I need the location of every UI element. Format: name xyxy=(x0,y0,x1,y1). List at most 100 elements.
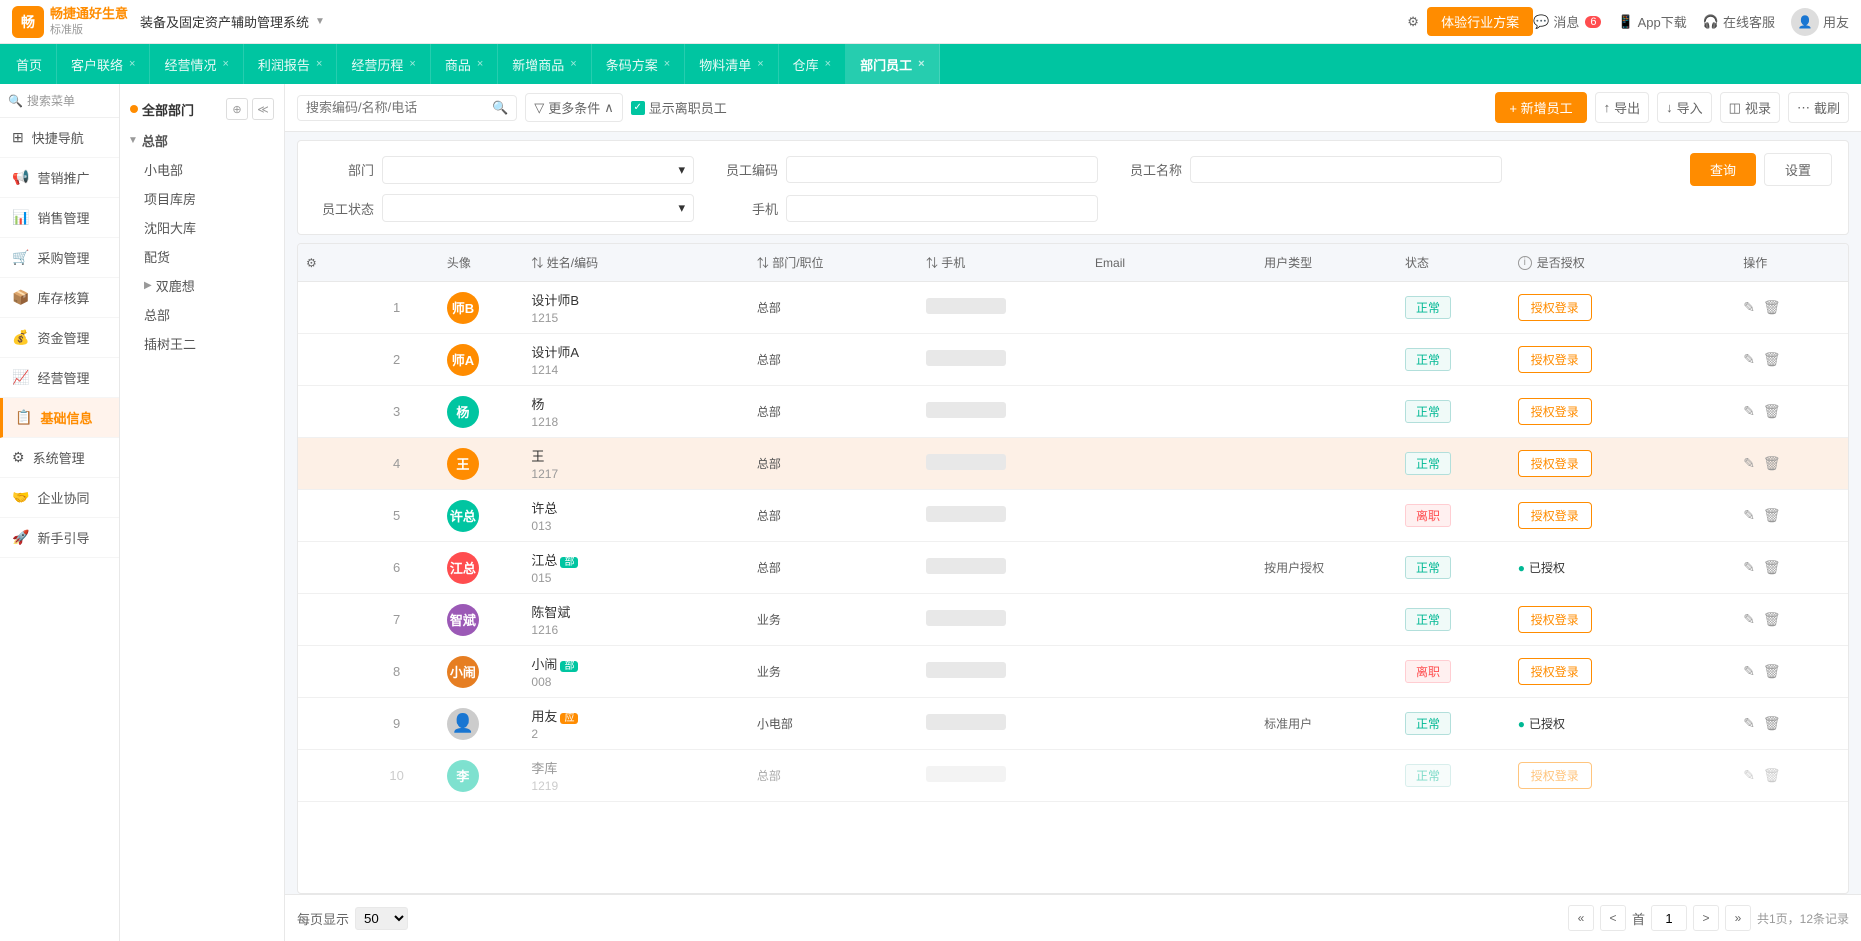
auth-login-btn[interactable]: 授权登录 xyxy=(1518,294,1592,321)
sidebar-item-collab[interactable]: 🤝 企业协同 xyxy=(0,478,119,518)
add-employee-btn[interactable]: + 新增员工 xyxy=(1495,92,1586,123)
nav-tab-operation[interactable]: 经营情况 × xyxy=(150,44,243,84)
delete-btn[interactable]: 🗑 xyxy=(1763,715,1781,732)
dept-node-distribution-label: 配货 xyxy=(144,247,170,266)
auth-login-btn[interactable]: 授权登录 xyxy=(1518,346,1592,373)
auth-login-btn[interactable]: 授权登录 xyxy=(1518,762,1592,789)
auth-login-btn[interactable]: 授权登录 xyxy=(1518,606,1592,633)
auth-login-btn[interactable]: 授权登录 xyxy=(1518,450,1592,477)
filter-more-btn[interactable]: ▽ 更多条件 ∧ xyxy=(525,93,623,122)
dept-node-chashuwang[interactable]: 插树王二 xyxy=(120,329,284,358)
next-page-btn[interactable]: > xyxy=(1693,905,1719,931)
filter-emp-code-input[interactable] xyxy=(786,156,1098,183)
auth-login-btn[interactable]: 授权登录 xyxy=(1518,502,1592,529)
delete-btn[interactable]: 🗑 xyxy=(1763,351,1781,368)
sidebar-item-sales[interactable]: 📊 销售管理 xyxy=(0,198,119,238)
sidebar-item-marketing[interactable]: 📢 营销推广 xyxy=(0,158,119,198)
filter-dept-select[interactable]: ▾ xyxy=(382,156,694,184)
last-page-btn[interactable]: » xyxy=(1725,905,1751,931)
edit-btn[interactable]: ✎ xyxy=(1743,559,1755,576)
page-input[interactable] xyxy=(1651,905,1687,931)
col-name[interactable]: ⇅ 姓名/编码 xyxy=(523,244,748,282)
nav-tab-barcode[interactable]: 条码方案 × xyxy=(592,44,685,84)
dept-node-headquarter-parent[interactable]: ▼ 总部 xyxy=(120,126,284,155)
edit-btn[interactable]: ✎ xyxy=(1743,351,1755,368)
sidebar-search[interactable]: 🔍 搜索菜单 xyxy=(0,84,119,118)
user-type-label: 标准用户 xyxy=(1264,717,1312,731)
dept-node-distribution[interactable]: 配货 xyxy=(120,242,284,271)
delete-btn[interactable]: 🗑 xyxy=(1763,663,1781,680)
online-service-btn[interactable]: 🎧 在线客服 xyxy=(1703,12,1775,31)
first-page-btn[interactable]: « xyxy=(1568,905,1594,931)
dept-node-project[interactable]: 项目库房 xyxy=(120,184,284,213)
dept-name: 小电部 xyxy=(757,717,793,731)
nav-tab-goods[interactable]: 商品 × xyxy=(431,44,498,84)
dept-node-zongbu[interactable]: 总部 xyxy=(120,300,284,329)
edit-btn[interactable]: ✎ xyxy=(1743,403,1755,420)
app-download-btn[interactable]: 📱 App下载 xyxy=(1617,12,1686,31)
dept-node-shuangluxiang[interactable]: ▶ 双鹿想 xyxy=(120,271,284,300)
sidebar-item-operation[interactable]: 📈 经营管理 xyxy=(0,358,119,398)
edit-btn[interactable]: ✎ xyxy=(1743,455,1755,472)
sidebar-item-system[interactable]: ⚙ 系统管理 xyxy=(0,438,119,478)
reset-btn[interactable]: 设置 xyxy=(1764,153,1832,186)
edit-btn[interactable]: ✎ xyxy=(1743,507,1755,524)
import-btn[interactable]: ↓ 导入 xyxy=(1657,92,1712,123)
delete-btn[interactable]: 🗑 xyxy=(1763,559,1781,576)
prev-page-btn[interactable]: < xyxy=(1600,905,1626,931)
nav-tab-new-goods[interactable]: 新增商品 × xyxy=(498,44,591,84)
dept-node-small-elec[interactable]: 小电部 xyxy=(120,155,284,184)
sidebar-item-purchase[interactable]: 🛒 采购管理 xyxy=(0,238,119,278)
table-row: 9👤用友应2小电部标准用户正常● 已授权✎🗑 xyxy=(298,698,1848,750)
dept-all[interactable]: 全部部门 xyxy=(130,100,194,119)
edit-btn[interactable]: ✎ xyxy=(1743,715,1755,732)
filter-emp-name-input[interactable] xyxy=(1190,156,1502,183)
nav-tab-bom[interactable]: 物料清单 × xyxy=(685,44,778,84)
delete-btn[interactable]: 🗑 xyxy=(1763,767,1781,784)
dept-collapse-btn[interactable]: ≪ xyxy=(252,98,274,120)
delete-btn[interactable]: 🗑 xyxy=(1763,403,1781,420)
sidebar-item-guide[interactable]: 🚀 新手引导 xyxy=(0,518,119,558)
query-btn[interactable]: 查询 xyxy=(1690,153,1756,186)
sidebar-item-basic[interactable]: 📋 基础信息 xyxy=(0,398,119,438)
filter-phone-input[interactable] xyxy=(786,195,1098,222)
sidebar-item-inventory[interactable]: 📦 库存核算 xyxy=(0,278,119,318)
dept-add-btn[interactable]: ⊕ xyxy=(226,98,248,120)
nav-tab-employees[interactable]: 部门员工 × xyxy=(846,44,939,84)
page-size-select[interactable]: 50 100 xyxy=(355,907,408,930)
trial-button[interactable]: 体验行业方案 xyxy=(1427,7,1533,36)
search-input[interactable] xyxy=(306,100,486,115)
export-btn[interactable]: ↑ 导出 xyxy=(1595,92,1650,123)
auth-login-btn[interactable]: 授权登录 xyxy=(1518,658,1592,685)
nav-tab-warehouse[interactable]: 仓库 × xyxy=(779,44,846,84)
edit-btn[interactable]: ✎ xyxy=(1743,767,1755,784)
sidebar-item-finance[interactable]: 💰 资金管理 xyxy=(0,318,119,358)
gear-button[interactable]: ⚙ xyxy=(1399,8,1427,36)
delete-btn[interactable]: 🗑 xyxy=(1763,611,1781,628)
col-setting[interactable]: ⚙ xyxy=(298,244,354,282)
col-phone[interactable]: ⇅ 手机 xyxy=(918,244,1087,282)
edit-btn[interactable]: ✎ xyxy=(1743,611,1755,628)
auth-login-btn[interactable]: 授权登录 xyxy=(1518,398,1592,425)
user-menu[interactable]: 👤 用友 xyxy=(1791,8,1849,36)
show-resigned-toggle[interactable]: ✓ 显示离职员工 xyxy=(631,98,727,117)
nav-tab-history[interactable]: 经营历程 × xyxy=(337,44,430,84)
delete-btn[interactable]: 🗑 xyxy=(1763,455,1781,472)
col-dept[interactable]: ⇅ 部门/职位 xyxy=(749,244,918,282)
row-avatar-cell: 👤 xyxy=(439,698,524,750)
view-btn[interactable]: ◫ 视录 xyxy=(1720,92,1780,123)
delete-btn[interactable]: 🗑 xyxy=(1763,507,1781,524)
sidebar-item-guide-label: 新手引导 xyxy=(37,528,89,547)
dept-node-shenyang[interactable]: 沈阳大库 xyxy=(120,213,284,242)
nav-tab-customer[interactable]: 客户联络 × xyxy=(57,44,150,84)
message-btn[interactable]: 💬 消息 6 xyxy=(1533,12,1601,31)
system-title-arrow[interactable]: ▼ xyxy=(315,16,325,27)
more-btn[interactable]: ⋯ 截刷 xyxy=(1788,92,1849,123)
sidebar-item-nav[interactable]: ⊞ 快捷导航 xyxy=(0,118,119,158)
nav-tab-home[interactable]: 首页 xyxy=(0,44,57,84)
edit-btn[interactable]: ✎ xyxy=(1743,299,1755,316)
filter-emp-status-select[interactable]: ▾ xyxy=(382,194,694,222)
delete-btn[interactable]: 🗑 xyxy=(1763,299,1781,316)
nav-tab-profit[interactable]: 利润报告 × xyxy=(244,44,337,84)
edit-btn[interactable]: ✎ xyxy=(1743,663,1755,680)
